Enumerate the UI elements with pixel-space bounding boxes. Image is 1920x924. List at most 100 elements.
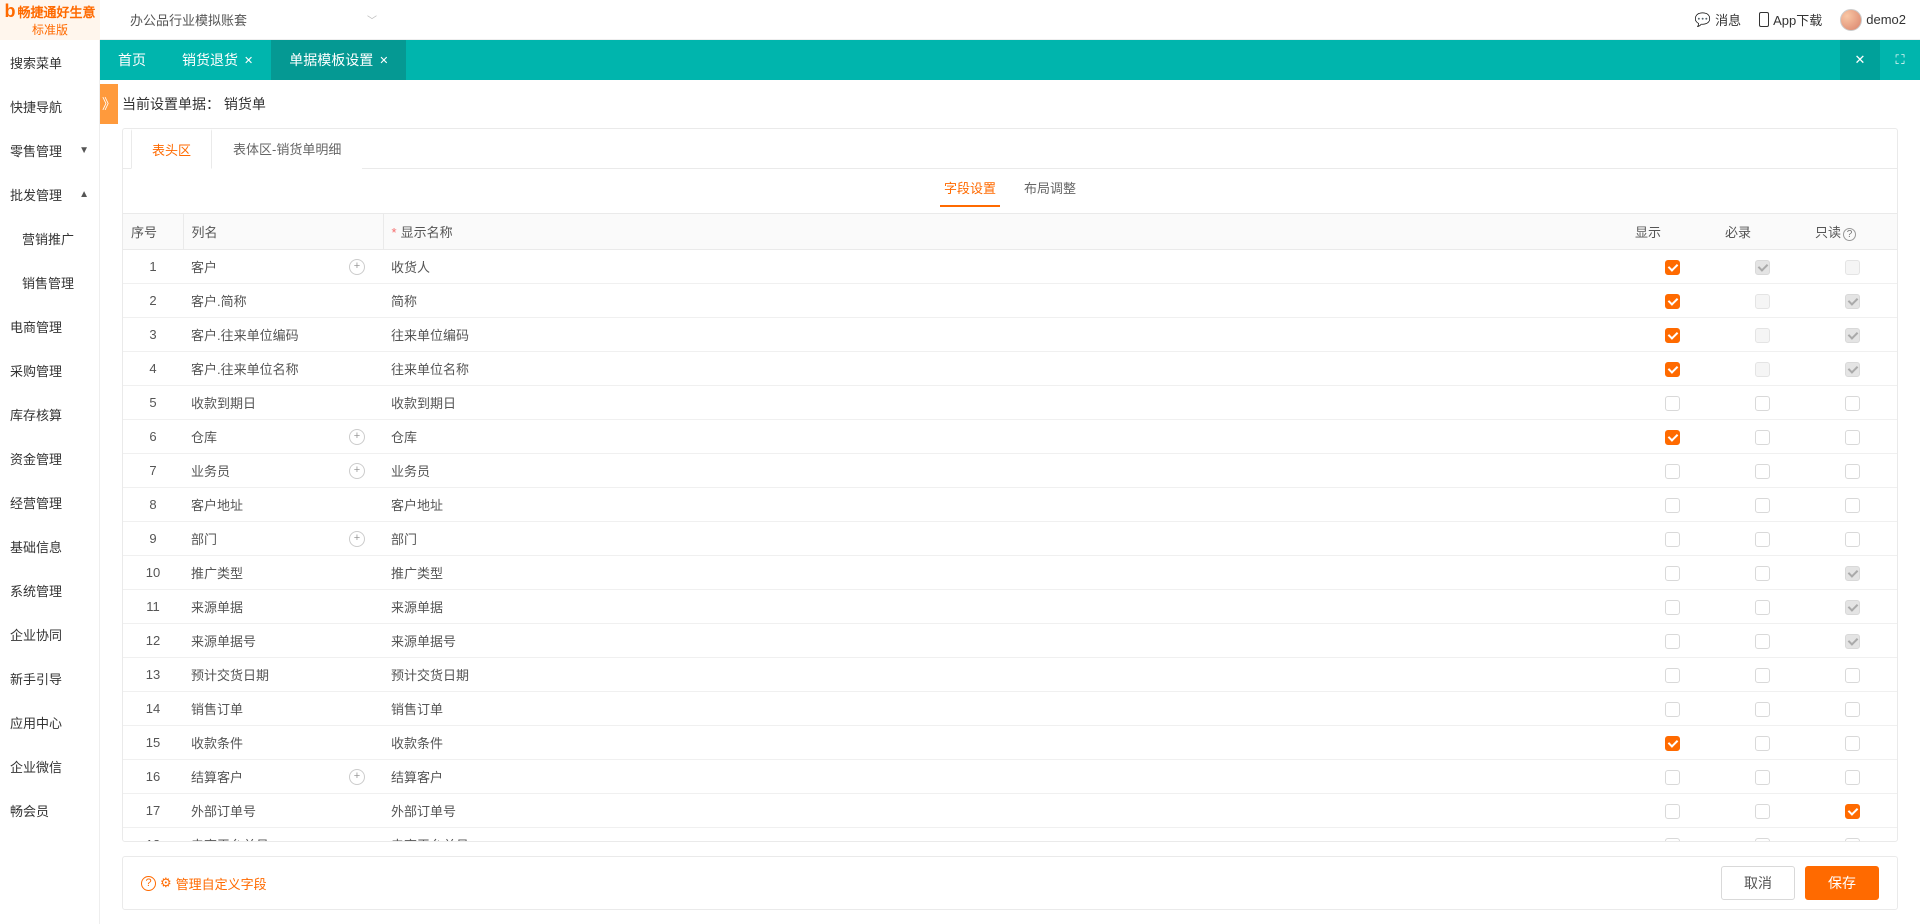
sidemenu-item[interactable]: 快捷导航 [0, 84, 99, 128]
checkbox[interactable] [1845, 702, 1860, 717]
display-name-cell[interactable]: 来源单据号 [383, 624, 1627, 658]
nav-tab[interactable]: 首页 [100, 40, 164, 80]
checkbox[interactable] [1665, 702, 1680, 717]
checkbox[interactable] [1755, 838, 1770, 841]
display-name-cell[interactable]: 收款到期日 [383, 386, 1627, 420]
display-name-cell[interactable]: 来源单据 [383, 590, 1627, 624]
sidemenu-item[interactable]: 畅会员 [0, 788, 99, 832]
fullscreen-button[interactable]: ⛶ [1880, 40, 1920, 80]
checkbox[interactable] [1665, 566, 1680, 581]
add-icon[interactable]: + [349, 259, 365, 275]
checkbox[interactable] [1755, 702, 1770, 717]
save-button[interactable]: 保存 [1805, 866, 1879, 900]
display-name-cell[interactable]: 收货人 [383, 250, 1627, 284]
sidemenu-item[interactable]: 采购管理 [0, 348, 99, 392]
checkbox[interactable] [1665, 328, 1680, 343]
checkbox[interactable] [1845, 464, 1860, 479]
checkbox[interactable] [1665, 838, 1680, 841]
display-name-cell[interactable]: 往来单位名称 [383, 352, 1627, 386]
checkbox[interactable] [1755, 668, 1770, 683]
display-name-cell[interactable]: 部门 [383, 522, 1627, 556]
checkbox[interactable] [1665, 260, 1680, 275]
nav-tab[interactable]: 单据模板设置✕ [271, 40, 406, 80]
checkbox[interactable] [1665, 294, 1680, 309]
checkbox[interactable] [1665, 532, 1680, 547]
page-tab[interactable]: 表体区-销货单明细 [212, 129, 362, 169]
sidemenu-subitem[interactable]: 营销推广 [0, 216, 99, 260]
display-name-cell[interactable]: 仓库 [383, 420, 1627, 454]
checkbox[interactable] [1755, 736, 1770, 751]
user-menu[interactable]: demo2 [1840, 9, 1906, 31]
checkbox[interactable] [1755, 600, 1770, 615]
sidemenu-item[interactable]: 基础信息 [0, 524, 99, 568]
checkbox[interactable] [1755, 396, 1770, 411]
sidemenu-item[interactable]: 库存核算 [0, 392, 99, 436]
sidemenu-item[interactable]: 企业微信 [0, 744, 99, 788]
close-icon[interactable]: ✕ [379, 54, 388, 67]
display-name-cell[interactable]: 客户地址 [383, 488, 1627, 522]
checkbox[interactable] [1755, 430, 1770, 445]
display-name-cell[interactable]: 预计交货日期 [383, 658, 1627, 692]
checkbox[interactable] [1755, 804, 1770, 819]
add-icon[interactable]: + [349, 463, 365, 479]
checkbox[interactable] [1755, 566, 1770, 581]
display-name-cell[interactable]: 电商平台单号 [383, 828, 1627, 842]
sidemenu-item[interactable]: 搜索菜单 [0, 40, 99, 84]
checkbox[interactable] [1665, 396, 1680, 411]
close-icon[interactable]: ✕ [244, 54, 253, 67]
sidemenu-item[interactable]: 系统管理 [0, 568, 99, 612]
close-all-tabs-button[interactable]: ✕ [1840, 40, 1880, 80]
sidemenu-item[interactable]: 资金管理 [0, 436, 99, 480]
display-name-cell[interactable]: 销售订单 [383, 692, 1627, 726]
checkbox[interactable] [1845, 430, 1860, 445]
checkbox[interactable] [1845, 532, 1860, 547]
add-icon[interactable]: + [349, 429, 365, 445]
manage-custom-fields-link[interactable]: ? ⚙ 管理自定义字段 [141, 874, 267, 893]
cancel-button[interactable]: 取消 [1721, 866, 1795, 900]
sub-tab[interactable]: 字段设置 [940, 172, 1000, 207]
add-icon[interactable]: + [349, 769, 365, 785]
checkbox[interactable] [1665, 668, 1680, 683]
checkbox[interactable] [1845, 838, 1860, 841]
sidemenu-subitem[interactable]: 销售管理 [0, 260, 99, 304]
checkbox[interactable] [1845, 668, 1860, 683]
checkbox[interactable] [1665, 736, 1680, 751]
checkbox[interactable] [1755, 634, 1770, 649]
display-name-cell[interactable]: 业务员 [383, 454, 1627, 488]
checkbox[interactable] [1665, 804, 1680, 819]
checkbox[interactable] [1845, 498, 1860, 513]
checkbox[interactable] [1845, 736, 1860, 751]
checkbox[interactable] [1665, 464, 1680, 479]
sidemenu-item[interactable]: 经营管理 [0, 480, 99, 524]
checkbox[interactable] [1665, 600, 1680, 615]
sidemenu-item[interactable]: 企业协同 [0, 612, 99, 656]
checkbox[interactable] [1755, 532, 1770, 547]
nav-tab[interactable]: 销货退货✕ [164, 40, 271, 80]
checkbox[interactable] [1665, 362, 1680, 377]
collapse-toggle[interactable]: 》 [100, 84, 118, 124]
sidemenu-item[interactable]: 新手引导 [0, 656, 99, 700]
checkbox[interactable] [1665, 498, 1680, 513]
sidemenu-item[interactable]: 零售管理▼ [0, 128, 99, 172]
sub-tab[interactable]: 布局调整 [1020, 172, 1080, 207]
messages-button[interactable]: 💬 消息 [1695, 10, 1741, 29]
checkbox[interactable] [1845, 804, 1860, 819]
display-name-cell[interactable]: 简称 [383, 284, 1627, 318]
sidemenu-item[interactable]: 批发管理▲ [0, 172, 99, 216]
display-name-cell[interactable]: 结算客户 [383, 760, 1627, 794]
display-name-cell[interactable]: 外部订单号 [383, 794, 1627, 828]
checkbox[interactable] [1665, 430, 1680, 445]
add-icon[interactable]: + [349, 531, 365, 547]
checkbox[interactable] [1665, 770, 1680, 785]
help-icon[interactable]: ? [1843, 228, 1856, 241]
checkbox[interactable] [1845, 396, 1860, 411]
org-switcher[interactable]: 办公品行业模拟账套 ﹀ [130, 10, 1695, 29]
page-tab[interactable]: 表头区 [131, 129, 212, 169]
display-name-cell[interactable]: 往来单位编码 [383, 318, 1627, 352]
checkbox[interactable] [1665, 634, 1680, 649]
checkbox[interactable] [1845, 770, 1860, 785]
checkbox[interactable] [1755, 464, 1770, 479]
sidemenu-item[interactable]: 电商管理 [0, 304, 99, 348]
checkbox[interactable] [1755, 770, 1770, 785]
display-name-cell[interactable]: 收款条件 [383, 726, 1627, 760]
